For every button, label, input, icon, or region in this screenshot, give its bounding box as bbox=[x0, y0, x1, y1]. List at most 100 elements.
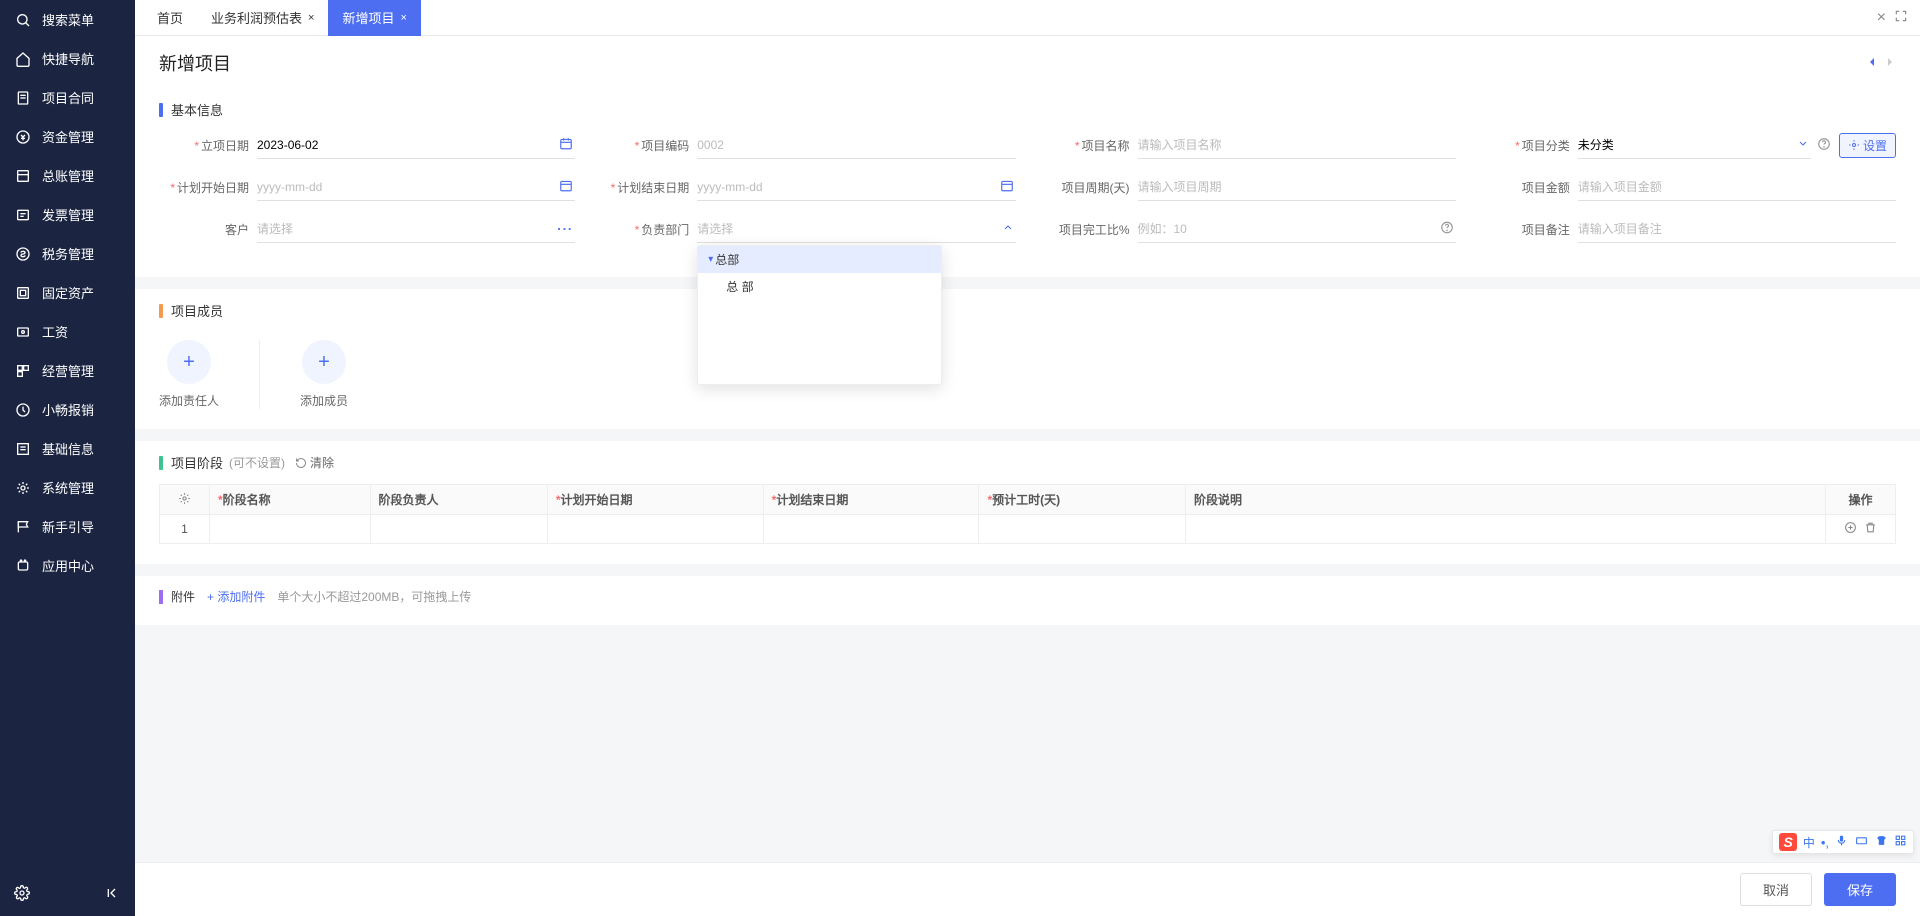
fund-icon bbox=[14, 128, 32, 146]
sidebar-item-13[interactable]: 应用中心 bbox=[0, 546, 135, 585]
caret-down-icon: ▾ bbox=[708, 254, 713, 265]
sidebar: 搜索菜单 快捷导航 项目合同 资金管理 总账管理 发票管理 税务管理 固定资产 … bbox=[0, 0, 135, 916]
setup-date-input[interactable] bbox=[257, 134, 575, 156]
expense-icon bbox=[14, 401, 32, 419]
tab-home[interactable]: 首页 bbox=[143, 0, 197, 36]
add-member-label: 添加成员 bbox=[300, 392, 348, 409]
sidebar-item-4[interactable]: 发票管理 bbox=[0, 195, 135, 234]
complete-input[interactable] bbox=[1138, 218, 1456, 240]
chevron-down-icon[interactable] bbox=[1797, 137, 1809, 152]
close-all-icon[interactable]: × bbox=[1877, 9, 1886, 27]
asset-icon bbox=[14, 284, 32, 302]
section-bar-icon bbox=[159, 103, 163, 117]
attachment-hint: 单个大小不超过200MB，可拖拽上传 bbox=[277, 588, 471, 605]
add-owner-button[interactable]: + bbox=[167, 340, 211, 384]
sidebar-item-1[interactable]: 项目合同 bbox=[0, 78, 135, 117]
page-title: 新增项目 bbox=[159, 50, 231, 76]
help-icon[interactable] bbox=[1817, 137, 1831, 154]
cycle-input[interactable] bbox=[1138, 176, 1456, 198]
cancel-button[interactable]: 取消 bbox=[1740, 873, 1812, 906]
remark-input[interactable] bbox=[1578, 218, 1896, 240]
add-attachment-link[interactable]: + 添加附件 bbox=[207, 588, 265, 605]
section-title-attach: 附件 bbox=[171, 588, 195, 605]
stages-hint: (可不设置) bbox=[229, 454, 285, 471]
project-name-input[interactable] bbox=[1138, 134, 1456, 156]
tree-item-root[interactable]: ▾总部 bbox=[698, 246, 941, 273]
sidebar-search[interactable]: 搜索菜单 bbox=[0, 0, 135, 39]
save-button[interactable]: 保存 bbox=[1824, 873, 1896, 906]
tabs-bar: 首页 业务利润预估表× 新增项目× × bbox=[135, 0, 1920, 36]
setting-button[interactable]: 设置 bbox=[1839, 133, 1896, 158]
sidebar-item-12[interactable]: 新手引导 bbox=[0, 507, 135, 546]
department-select[interactable] bbox=[697, 218, 1015, 240]
tab-new-project[interactable]: 新增项目× bbox=[328, 0, 420, 36]
department-dropdown: ▾总部 总 部 bbox=[697, 245, 942, 385]
sidebar-item-6[interactable]: 固定资产 bbox=[0, 273, 135, 312]
panel-members: 项目成员 + 添加责任人 + 添加成员 bbox=[135, 289, 1920, 429]
ime-toolbox-icon[interactable] bbox=[1894, 834, 1907, 850]
project-code-input[interactable] bbox=[697, 134, 1015, 156]
sidebar-item-3[interactable]: 总账管理 bbox=[0, 156, 135, 195]
home-icon bbox=[14, 50, 32, 68]
help-icon[interactable] bbox=[1440, 220, 1454, 237]
stages-clear-link[interactable]: 清除 bbox=[295, 454, 334, 471]
sidebar-item-11[interactable]: 系统管理 bbox=[0, 468, 135, 507]
sidebar-collapse-icon[interactable] bbox=[105, 885, 121, 904]
row-number: 1 bbox=[160, 515, 210, 544]
panel-basic-info: 基本信息 *立项日期 *项目编码 *项目名称 *项目 bbox=[135, 88, 1920, 277]
ime-punct-icon[interactable]: •, bbox=[1821, 835, 1829, 850]
salary-icon bbox=[14, 323, 32, 341]
tab-close-icon[interactable]: × bbox=[400, 12, 406, 24]
nav-prev-icon[interactable] bbox=[1866, 56, 1878, 71]
plan-end-input[interactable] bbox=[697, 176, 1015, 198]
project-category-select[interactable] bbox=[1578, 134, 1811, 156]
section-title-stages: 项目阶段 bbox=[171, 453, 223, 472]
ime-lang[interactable]: 中 bbox=[1803, 834, 1815, 851]
fullscreen-icon[interactable] bbox=[1894, 9, 1908, 26]
sidebar-item-5[interactable]: 税务管理 bbox=[0, 234, 135, 273]
tab-profit-estimate[interactable]: 业务利润预估表× bbox=[197, 0, 328, 36]
calendar-icon[interactable] bbox=[1000, 178, 1014, 195]
contract-icon bbox=[14, 89, 32, 107]
tree-item-child[interactable]: 总 部 bbox=[698, 273, 941, 300]
col-gear[interactable] bbox=[160, 485, 210, 515]
nav-next-icon[interactable] bbox=[1884, 56, 1896, 71]
amount-input[interactable] bbox=[1578, 176, 1896, 198]
footer-bar: 取消 保存 bbox=[135, 862, 1920, 916]
customer-select[interactable] bbox=[257, 218, 575, 240]
plan-start-input[interactable] bbox=[257, 176, 575, 198]
invoice-icon bbox=[14, 206, 32, 224]
ime-mic-icon[interactable] bbox=[1835, 834, 1848, 850]
sidebar-item-8[interactable]: 经营管理 bbox=[0, 351, 135, 390]
sidebar-settings-icon[interactable] bbox=[14, 885, 30, 904]
panel-stages: 项目阶段 (可不设置) 清除 *阶段名称 阶段负责人 *计划开始日期 *计划结束… bbox=[135, 441, 1920, 564]
table-row[interactable]: 1 bbox=[160, 515, 1896, 544]
stage-table: *阶段名称 阶段负责人 *计划开始日期 *计划结束日期 *预计工时(天) 阶段说… bbox=[159, 484, 1896, 544]
info-icon bbox=[14, 440, 32, 458]
calendar-icon[interactable] bbox=[559, 136, 573, 153]
search-icon bbox=[14, 11, 32, 29]
ime-skin-icon[interactable] bbox=[1875, 834, 1888, 850]
sidebar-item-2[interactable]: 资金管理 bbox=[0, 117, 135, 156]
add-member-button[interactable]: + bbox=[302, 340, 346, 384]
chevron-up-icon[interactable] bbox=[1002, 221, 1014, 236]
ime-toolbar[interactable]: S 中 •, bbox=[1772, 830, 1914, 854]
more-icon[interactable]: ··· bbox=[557, 221, 573, 236]
section-title-members: 项目成员 bbox=[171, 301, 223, 320]
sidebar-item-0[interactable]: 快捷导航 bbox=[0, 39, 135, 78]
ime-keyboard-icon[interactable] bbox=[1854, 834, 1869, 850]
sidebar-search-label: 搜索菜单 bbox=[42, 10, 94, 29]
sidebar-item-7[interactable]: 工资 bbox=[0, 312, 135, 351]
section-bar-icon bbox=[159, 456, 163, 470]
system-icon bbox=[14, 479, 32, 497]
ime-logo-icon: S bbox=[1779, 833, 1796, 851]
add-row-icon[interactable] bbox=[1842, 523, 1859, 537]
tax-icon bbox=[14, 245, 32, 263]
tab-close-icon[interactable]: × bbox=[308, 12, 314, 24]
calendar-icon[interactable] bbox=[559, 178, 573, 195]
delete-row-icon[interactable] bbox=[1862, 523, 1879, 537]
management-icon bbox=[14, 362, 32, 380]
sidebar-item-9[interactable]: 小畅报销 bbox=[0, 390, 135, 429]
col-start: *计划开始日期 bbox=[547, 485, 763, 515]
sidebar-item-10[interactable]: 基础信息 bbox=[0, 429, 135, 468]
